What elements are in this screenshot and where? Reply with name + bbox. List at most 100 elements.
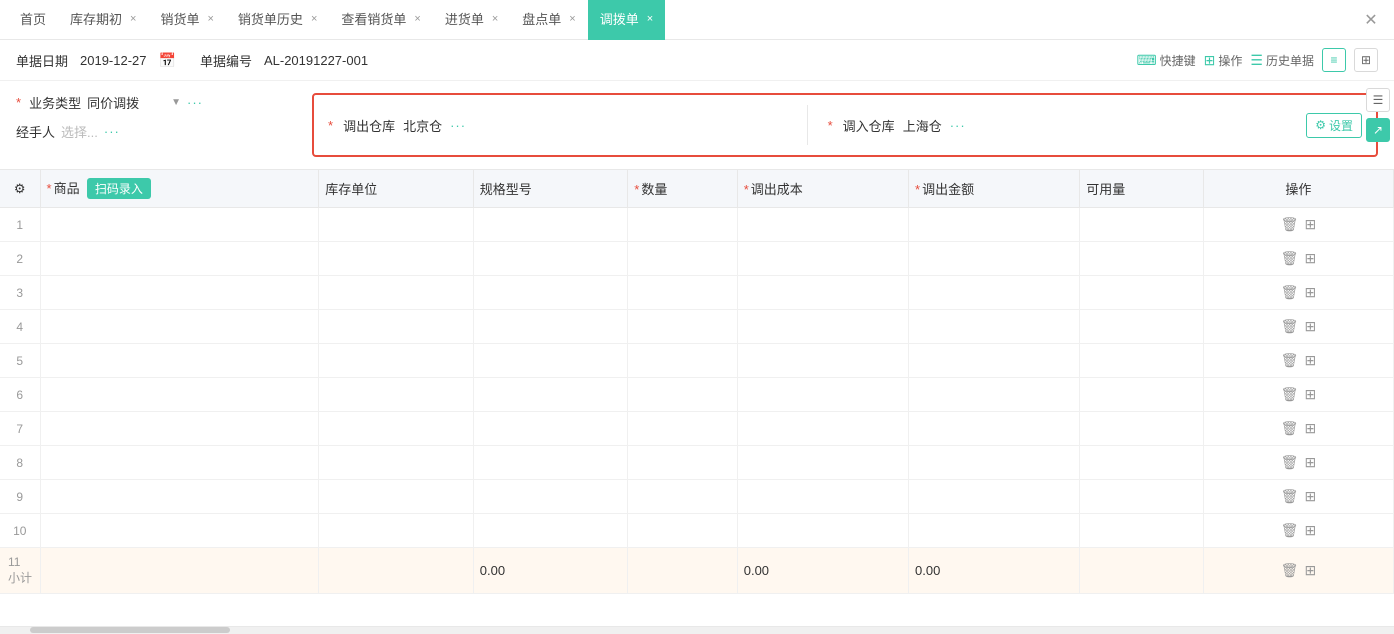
- delete-icon-4[interactable]: 🗑: [1281, 318, 1299, 335]
- qty-cell-4[interactable]: [628, 310, 737, 344]
- amount-cell-4[interactable]: [909, 310, 1080, 344]
- spec-cell-3[interactable]: [473, 276, 627, 310]
- available-cell-10[interactable]: [1080, 514, 1204, 548]
- spec-cell-5[interactable]: [473, 344, 627, 378]
- qty-cell-7[interactable]: [628, 412, 737, 446]
- person-more[interactable]: ···: [104, 124, 120, 139]
- scrollbar-thumb[interactable]: [30, 627, 230, 633]
- tab-view-sales[interactable]: 查看销货单 ×: [329, 0, 432, 40]
- delete-icon-2[interactable]: 🗑: [1281, 250, 1299, 267]
- unit-cell-7[interactable]: [319, 412, 473, 446]
- tab-inventory-check[interactable]: 盘点单 ×: [510, 0, 587, 40]
- amount-cell-1[interactable]: [909, 208, 1080, 242]
- business-type-select[interactable]: 同价调拨 ▼: [87, 93, 181, 112]
- sidebar-list-icon[interactable]: ☰: [1366, 88, 1390, 112]
- product-cell-8[interactable]: [40, 446, 319, 480]
- cost-cell-5[interactable]: [737, 344, 908, 378]
- available-cell-6[interactable]: [1080, 378, 1204, 412]
- product-cell-6[interactable]: [40, 378, 319, 412]
- copy-icon-4[interactable]: ⊞: [1304, 318, 1316, 335]
- view-list-button[interactable]: ≡: [1322, 48, 1346, 72]
- unit-cell-9[interactable]: [319, 480, 473, 514]
- available-cell-2[interactable]: [1080, 242, 1204, 276]
- tab-home[interactable]: 首页: [8, 0, 58, 40]
- amount-cell-10[interactable]: [909, 514, 1080, 548]
- tab-close-transfer[interactable]: ×: [647, 13, 653, 25]
- unit-cell-1[interactable]: [319, 208, 473, 242]
- scan-button[interactable]: 扫码录入: [87, 178, 151, 199]
- delete-icon-11[interactable]: 🗑: [1281, 562, 1299, 579]
- available-cell-3[interactable]: [1080, 276, 1204, 310]
- operations-button[interactable]: ⊞ 操作: [1204, 52, 1243, 69]
- available-cell-1[interactable]: [1080, 208, 1204, 242]
- scrollbar[interactable]: [0, 626, 1394, 634]
- delete-icon-6[interactable]: 🗑: [1281, 386, 1299, 403]
- cost-cell-2[interactable]: [737, 242, 908, 276]
- delete-icon-7[interactable]: 🗑: [1281, 420, 1299, 437]
- cost-cell-4[interactable]: [737, 310, 908, 344]
- warehouse-in-value[interactable]: 上海仓: [903, 116, 942, 135]
- unit-cell-8[interactable]: [319, 446, 473, 480]
- qty-cell-3[interactable]: [628, 276, 737, 310]
- th-gear[interactable]: ⚙: [0, 170, 40, 208]
- date-value[interactable]: 2019-12-27: [80, 53, 147, 68]
- product-cell-10[interactable]: [40, 514, 319, 548]
- spec-cell-9[interactable]: [473, 480, 627, 514]
- copy-icon-5[interactable]: ⊞: [1304, 352, 1316, 369]
- delete-icon-1[interactable]: 🗑: [1281, 216, 1299, 233]
- qty-cell-9[interactable]: [628, 480, 737, 514]
- tab-sales-history[interactable]: 销货单历史 ×: [226, 0, 329, 40]
- window-close-button[interactable]: ✕: [1356, 5, 1386, 35]
- copy-icon-3[interactable]: ⊞: [1304, 284, 1316, 301]
- tab-close-view-sales[interactable]: ×: [414, 13, 420, 25]
- copy-icon-1[interactable]: ⊞: [1304, 216, 1316, 233]
- amount-cell-5[interactable]: [909, 344, 1080, 378]
- spec-cell-8[interactable]: [473, 446, 627, 480]
- tab-inventory-initial[interactable]: 库存期初 ×: [58, 0, 148, 40]
- delete-icon-10[interactable]: 🗑: [1281, 522, 1299, 539]
- unit-cell-5[interactable]: [319, 344, 473, 378]
- available-cell-9[interactable]: [1080, 480, 1204, 514]
- amount-cell-9[interactable]: [909, 480, 1080, 514]
- cost-cell-10[interactable]: [737, 514, 908, 548]
- unit-cell-2[interactable]: [319, 242, 473, 276]
- spec-cell-2[interactable]: [473, 242, 627, 276]
- tab-close-inventory-check[interactable]: ×: [569, 13, 575, 25]
- tab-transfer[interactable]: 调拨单 ×: [588, 0, 665, 40]
- amount-cell-3[interactable]: [909, 276, 1080, 310]
- unit-cell-10[interactable]: [319, 514, 473, 548]
- spec-cell-6[interactable]: [473, 378, 627, 412]
- amount-cell-8[interactable]: [909, 446, 1080, 480]
- available-cell-4[interactable]: [1080, 310, 1204, 344]
- sidebar-export-icon[interactable]: ↗: [1366, 118, 1390, 142]
- qty-cell-1[interactable]: [628, 208, 737, 242]
- unit-cell-3[interactable]: [319, 276, 473, 310]
- available-cell-7[interactable]: [1080, 412, 1204, 446]
- amount-cell-6[interactable]: [909, 378, 1080, 412]
- unit-cell-6[interactable]: [319, 378, 473, 412]
- qty-cell-8[interactable]: [628, 446, 737, 480]
- calendar-icon[interactable]: 📅: [159, 52, 176, 69]
- person-select[interactable]: 选择...: [61, 122, 98, 141]
- spec-cell-1[interactable]: [473, 208, 627, 242]
- cost-cell-3[interactable]: [737, 276, 908, 310]
- amount-cell-7[interactable]: [909, 412, 1080, 446]
- product-cell-4[interactable]: [40, 310, 319, 344]
- copy-icon-9[interactable]: ⊞: [1304, 488, 1316, 505]
- delete-icon-8[interactable]: 🗑: [1281, 454, 1299, 471]
- copy-icon-2[interactable]: ⊞: [1304, 250, 1316, 267]
- delete-icon-9[interactable]: 🗑: [1281, 488, 1299, 505]
- spec-cell-4[interactable]: [473, 310, 627, 344]
- qty-cell-2[interactable]: [628, 242, 737, 276]
- tab-purchase[interactable]: 进货单 ×: [433, 0, 510, 40]
- shortcut-button[interactable]: ⌨ 快捷键: [1136, 52, 1195, 69]
- cost-cell-1[interactable]: [737, 208, 908, 242]
- qty-cell-5[interactable]: [628, 344, 737, 378]
- tab-close-sales[interactable]: ×: [207, 13, 213, 25]
- cost-cell-8[interactable]: [737, 446, 908, 480]
- amount-cell-2[interactable]: [909, 242, 1080, 276]
- tab-close-inventory[interactable]: ×: [130, 13, 136, 25]
- copy-icon-11[interactable]: ⊞: [1304, 562, 1316, 579]
- settings-button[interactable]: ⚙ 设置: [1306, 113, 1362, 138]
- qty-cell-10[interactable]: [628, 514, 737, 548]
